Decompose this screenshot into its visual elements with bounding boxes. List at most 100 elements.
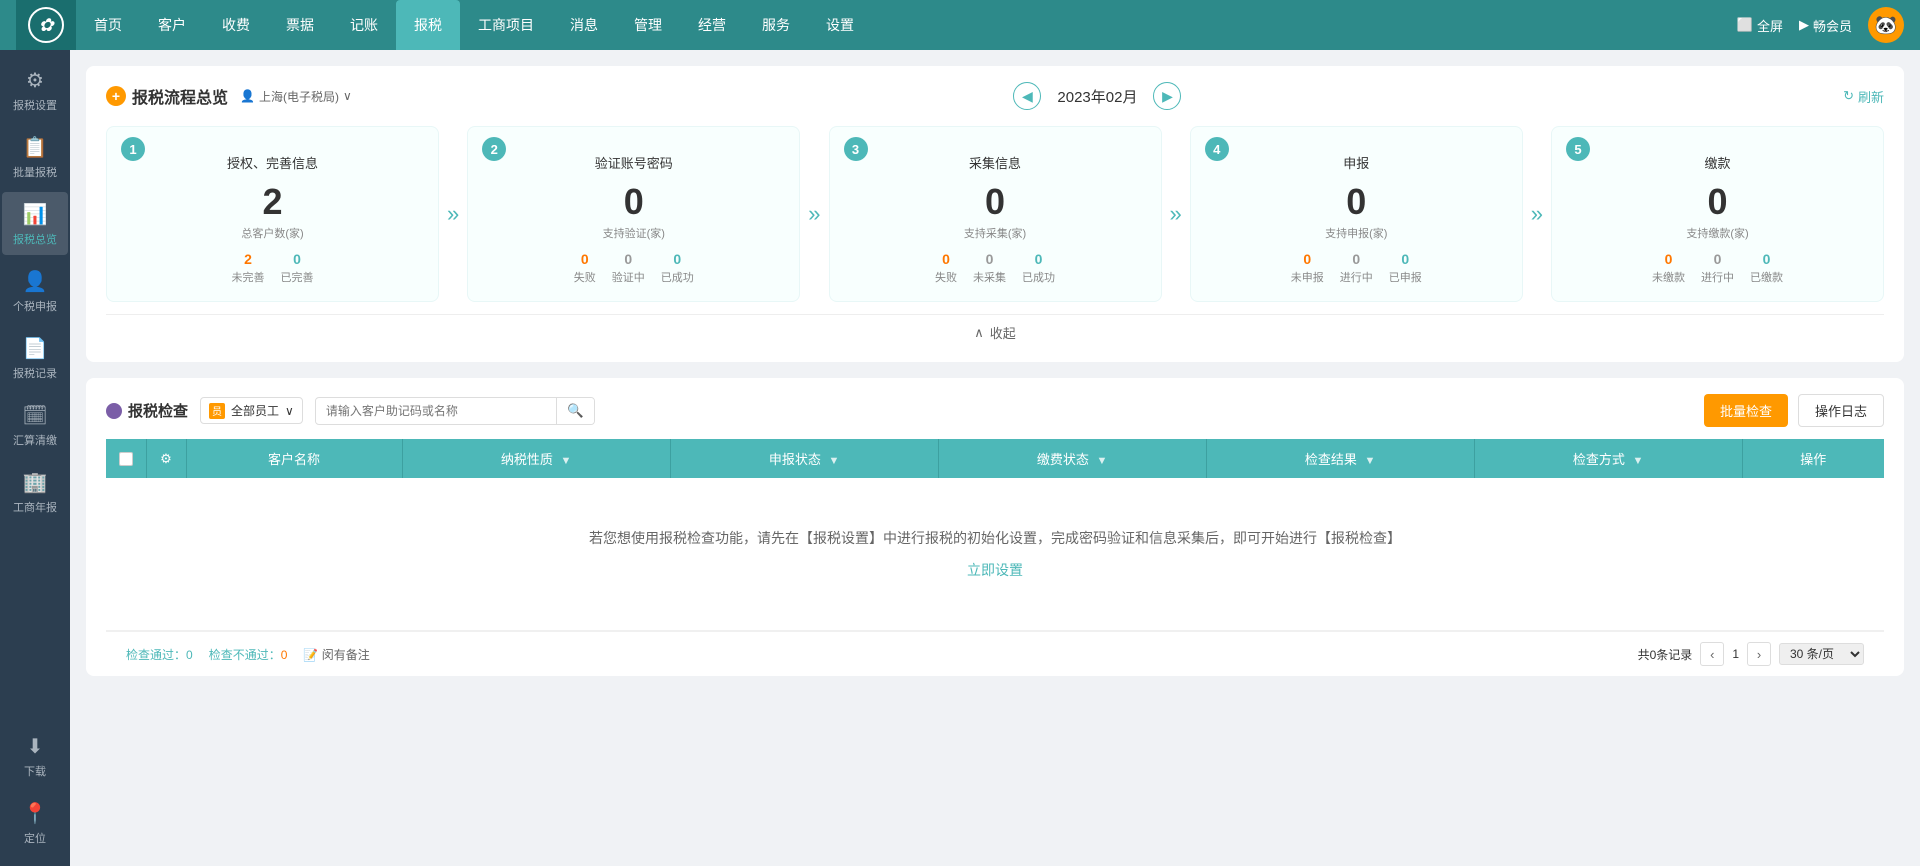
next-page-btn[interactable]: › [1747, 642, 1771, 666]
th-action: 操作 [1742, 439, 1884, 478]
sidebar-item-annual-settlement[interactable]: 🗓 汇算清缴 [2, 393, 68, 456]
nav-manage[interactable]: 管理 [616, 0, 680, 50]
current-page: 1 [1732, 647, 1739, 661]
nav-settings[interactable]: 设置 [808, 0, 872, 50]
step-3-num: 3 [844, 137, 868, 161]
filter-icon-3[interactable]: ▼ [1096, 455, 1107, 467]
tax-check-title: 报税检查 [106, 400, 188, 421]
step-5-stat-0: 0 未缴款 [1652, 251, 1685, 285]
prev-month-btn[interactable]: ◀ [1013, 82, 1041, 110]
personal-tax-icon: 👤 [23, 269, 47, 293]
filter-icon-1[interactable]: ▼ [560, 455, 571, 467]
batch-check-button[interactable]: 批量检查 [1704, 394, 1788, 427]
th-checkbox [106, 439, 146, 478]
th-customer-name: 客户名称 [186, 439, 402, 478]
th-tax-nature: 纳税性质 ▼ [402, 439, 670, 478]
overview-header: + 报税流程总览 👤 上海(电子税局) ∨ ◀ 2023年02月 ▶ ↻ [106, 82, 1884, 110]
step-2-stats: 0 失败 0 验证中 0 已成功 [484, 251, 783, 285]
fullscreen-icon: ⬜ [1737, 17, 1753, 33]
step-3-stat-1: 0 未采集 [973, 251, 1006, 285]
chevron-down-icon: ∨ [343, 89, 352, 103]
step-4-count: 0 [1207, 180, 1506, 223]
overview-steps: 1 授权、完善信息 2 总客户数(家) 2 未完善 0 已完善 [106, 126, 1884, 302]
settings-icon[interactable]: ⚙ [160, 451, 172, 466]
sidebar-item-location[interactable]: 📍 定位 [2, 791, 68, 854]
step-3-stat-0: 0 失败 [935, 251, 957, 285]
step-2-title: 验证账号密码 [484, 149, 783, 172]
step-1-title: 授权、完善信息 [123, 149, 422, 172]
step-4-stats: 0 未申报 0 进行中 0 已申报 [1207, 251, 1506, 285]
nav-operation[interactable]: 经营 [680, 0, 744, 50]
sidebar-bottom: ⬇ 下载 📍 定位 [2, 724, 68, 866]
th-declaration-status: 申报状态 ▼ [670, 439, 938, 478]
note-icon: 📝 [303, 648, 318, 662]
step-2-count: 0 [484, 180, 783, 223]
next-month-btn[interactable]: ▶ [1153, 82, 1181, 110]
search-button[interactable]: 🔍 [556, 398, 594, 424]
step-5-num: 5 [1566, 137, 1590, 161]
search-input[interactable] [316, 399, 556, 423]
location-person-icon: 👤 [240, 89, 255, 103]
nav-home[interactable]: 首页 [76, 0, 140, 50]
chevron-right-icon-2: » [808, 201, 820, 227]
table-footer: 检查通过：0 检查不通过：0 📝 闵有备注 共0条记录 ‹ 1 › 30 条/页 [106, 631, 1884, 676]
step-4-sub: 支持申报(家) [1207, 225, 1506, 241]
search-box: 🔍 [315, 397, 595, 425]
step-1-stat-0: 2 未完善 [232, 251, 265, 285]
header-checkbox[interactable] [119, 452, 133, 466]
nav-fee[interactable]: 收费 [204, 0, 268, 50]
setup-link[interactable]: 立即设置 [967, 562, 1023, 578]
step-1-num: 1 [121, 137, 145, 161]
step-5-card: 5 缴款 0 支持缴款(家) 0 未缴款 0 进行中 [1551, 126, 1884, 302]
step-3-stats: 0 失败 0 未采集 0 已成功 [846, 251, 1145, 285]
per-page-select[interactable]: 30 条/页 50 条/页 100 条/页 [1779, 643, 1864, 665]
step-3-count: 0 [846, 180, 1145, 223]
empty-row: 若您想使用报税检查功能，请先在【报税设置】中进行报税的初始化设置，完成密码验证和… [106, 478, 1884, 631]
user-avatar[interactable]: 🐼 [1868, 7, 1904, 43]
nav-customer[interactable]: 客户 [140, 0, 204, 50]
nav-service[interactable]: 服务 [744, 0, 808, 50]
fullscreen-btn[interactable]: ⬜ 全屏 [1737, 16, 1783, 35]
pagination: 共0条记录 ‹ 1 › 30 条/页 50 条/页 100 条/页 [1638, 642, 1864, 666]
nav-tax[interactable]: 报税 [396, 0, 460, 50]
nav-accounting[interactable]: 记账 [332, 0, 396, 50]
sidebar-item-personal-tax[interactable]: 👤 个税申报 [2, 259, 68, 322]
staff-selector[interactable]: 员 全部员工 ∨ [200, 397, 303, 424]
step-3-sub: 支持采集(家) [846, 225, 1145, 241]
sidebar-item-tax-overview[interactable]: 📊 报税总览 [2, 192, 68, 255]
nav-message[interactable]: 消息 [552, 0, 616, 50]
step-5-title: 缴款 [1568, 149, 1867, 172]
location-tag[interactable]: 👤 上海(电子税局) ∨ [240, 88, 352, 105]
step-3-stat-2: 0 已成功 [1022, 251, 1055, 285]
nav-items: 首页 客户 收费 票据 记账 报税 工商项目 消息 管理 经营 服务 设置 [76, 0, 1737, 50]
member-btn[interactable]: ▶ 畅会员 [1799, 16, 1852, 35]
filter-icon-2[interactable]: ▼ [828, 455, 839, 467]
sidebar-item-batch-tax[interactable]: 📋 批量报税 [2, 125, 68, 188]
refresh-button[interactable]: ↻ 刷新 [1843, 87, 1884, 106]
tax-check-header: 报税检查 员 全部员工 ∨ 🔍 批量检查 操作日志 [106, 394, 1884, 427]
step-2-stat-1: 0 验证中 [612, 251, 645, 285]
nav-business[interactable]: 工商项目 [460, 0, 552, 50]
step-1-card: 1 授权、完善信息 2 总客户数(家) 2 未完善 0 已完善 [106, 126, 439, 302]
total-records: 共0条记录 [1638, 646, 1693, 663]
operation-log-button[interactable]: 操作日志 [1798, 394, 1884, 427]
sidebar-item-download[interactable]: ⬇ 下载 [2, 724, 68, 787]
step-4-card: 4 申报 0 支持申报(家) 0 未申报 0 进行中 [1190, 126, 1523, 302]
filter-icon-5[interactable]: ▼ [1632, 455, 1643, 467]
nav-invoice[interactable]: 票据 [268, 0, 332, 50]
filter-icon-4[interactable]: ▼ [1364, 455, 1375, 467]
collapse-button[interactable]: ∧ 收起 [106, 314, 1884, 346]
step-5-stats: 0 未缴款 0 进行中 0 已缴款 [1568, 251, 1867, 285]
step-2-sub: 支持验证(家) [484, 225, 783, 241]
prev-page-btn[interactable]: ‹ [1700, 642, 1724, 666]
overview-title: + 报税流程总览 [106, 84, 228, 108]
step-5-sub: 支持缴款(家) [1568, 225, 1867, 241]
tax-overview-icon: 📊 [23, 202, 47, 226]
batch-tax-icon: 📋 [23, 135, 47, 159]
step-3-card: 3 采集信息 0 支持采集(家) 0 失败 0 未采集 [829, 126, 1162, 302]
chevron-right-icon-3: » [1170, 201, 1182, 227]
chevron-right-icon-4: » [1531, 201, 1543, 227]
sidebar-item-tax-records[interactable]: 📄 报税记录 [2, 326, 68, 389]
sidebar-item-tax-settings[interactable]: ⚙ 报税设置 [2, 58, 68, 121]
sidebar-item-annual-report[interactable]: 🏢 工商年报 [2, 460, 68, 523]
